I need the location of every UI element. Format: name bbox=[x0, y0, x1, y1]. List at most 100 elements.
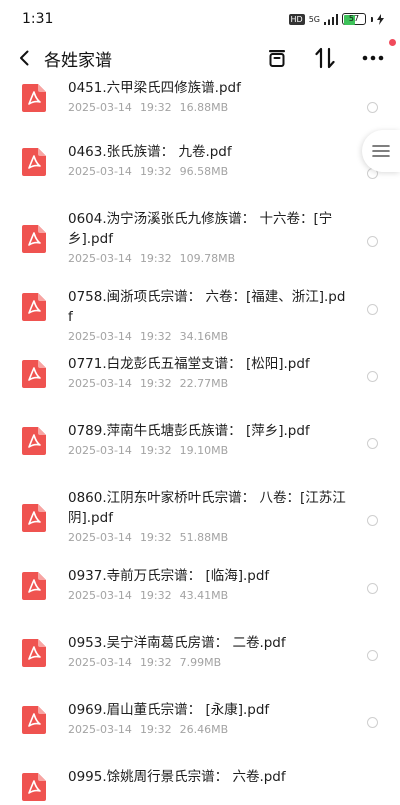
file-size: 96.58MB bbox=[179, 165, 229, 178]
list-item[interactable]: 0789.萍南牛氏塘彭氏族谱： [萍乡].pdf 2025-03-14 19:3… bbox=[0, 419, 400, 486]
file-meta: 2025-03-14 19:32 109.78MB bbox=[68, 252, 350, 265]
file-time: 19:32 bbox=[139, 377, 172, 390]
back-arrow-icon bbox=[20, 50, 29, 66]
file-time: 19:32 bbox=[139, 101, 172, 114]
pdf-file-icon bbox=[22, 639, 46, 667]
select-radio[interactable] bbox=[367, 438, 378, 449]
file-name: 0995.馀姚周行景氏宗谱： 六卷.pdf bbox=[68, 769, 286, 785]
list-item[interactable]: 0604.沩宁汤溪张氏九修族谱： 十六卷：[宁乡].pdf 2025-03-14… bbox=[0, 207, 400, 285]
pdf-file-icon bbox=[22, 293, 46, 321]
network-label: 5G bbox=[308, 14, 320, 24]
file-name: 0604.沩宁汤溪张氏九修族谱： 十六卷：[宁乡].pdf bbox=[68, 211, 333, 247]
list-item[interactable]: 0969.眉山董氏宗谱： [永康].pdf 2025-03-14 19:32 2… bbox=[0, 698, 400, 765]
pdf-file-icon bbox=[22, 706, 46, 734]
file-text: 0451.六甲梁氏四修族谱.pdf 2025-03-14 19:32 16.88… bbox=[68, 78, 350, 114]
pdf-file-icon bbox=[22, 773, 46, 801]
list-item[interactable]: 0758.闽浙项氏宗谱： 六卷：[福建、浙江].pdf 2025-03-14 1… bbox=[0, 285, 400, 352]
select-radio[interactable] bbox=[367, 304, 378, 315]
pdf-file-icon bbox=[22, 504, 46, 532]
select-radio[interactable] bbox=[367, 236, 378, 247]
list-item[interactable]: 0451.六甲梁氏四修族谱.pdf 2025-03-14 19:32 16.88… bbox=[0, 78, 400, 140]
menu-lines-icon bbox=[372, 145, 390, 157]
file-size: 26.46MB bbox=[179, 723, 229, 736]
file-time: 19:32 bbox=[139, 656, 172, 669]
select-radio[interactable] bbox=[367, 583, 378, 594]
file-list: 0451.六甲梁氏四修族谱.pdf 2025-03-14 19:32 16.88… bbox=[0, 78, 400, 805]
pdf-file-icon bbox=[22, 427, 46, 455]
file-meta: 2025-03-14 19:32 26.46MB bbox=[68, 723, 350, 736]
file-name: 0451.六甲梁氏四修族谱.pdf bbox=[68, 80, 241, 96]
pdf-file-icon bbox=[22, 148, 46, 176]
more-button[interactable] bbox=[360, 39, 396, 71]
archive-button[interactable] bbox=[264, 45, 290, 71]
select-radio[interactable] bbox=[367, 650, 378, 661]
pdf-file-icon bbox=[22, 84, 46, 112]
file-time: 19:32 bbox=[139, 330, 172, 343]
file-name: 0463.张氏族谱： 九卷.pdf bbox=[68, 144, 232, 160]
file-name: 0860.江阴东叶家桥叶氏宗谱： 八卷：[江苏江阴].pdf bbox=[68, 490, 346, 526]
battery-icon: 57 bbox=[342, 13, 366, 25]
file-date: 2025-03-14 bbox=[68, 656, 132, 669]
status-time: 1:31 bbox=[22, 11, 54, 27]
hd-badge: HD bbox=[288, 13, 305, 25]
sort-button[interactable] bbox=[312, 45, 338, 71]
file-name: 0789.萍南牛氏塘彭氏族谱： [萍乡].pdf bbox=[68, 423, 310, 439]
select-radio[interactable] bbox=[367, 371, 378, 382]
file-size: 19.10MB bbox=[179, 444, 229, 457]
list-item[interactable]: 0995.馀姚周行景氏宗谱： 六卷.pdf bbox=[0, 765, 400, 805]
file-name: 0758.闽浙项氏宗谱： 六卷：[福建、浙江].pdf bbox=[68, 289, 346, 325]
file-text: 0860.江阴东叶家桥叶氏宗谱： 八卷：[江苏江阴].pdf 2025-03-1… bbox=[68, 488, 350, 544]
list-item[interactable]: 0771.白龙彭氏五福堂支谱： [松阳].pdf 2025-03-14 19:3… bbox=[0, 352, 400, 419]
file-size: 7.99MB bbox=[179, 656, 222, 669]
file-date: 2025-03-14 bbox=[68, 531, 132, 544]
app-header: 各姓家谱 bbox=[0, 38, 400, 78]
select-radio[interactable] bbox=[367, 102, 378, 113]
archive-icon bbox=[269, 50, 285, 67]
file-text: 0758.闽浙项氏宗谱： 六卷：[福建、浙江].pdf 2025-03-14 1… bbox=[68, 287, 350, 343]
file-date: 2025-03-14 bbox=[68, 252, 132, 265]
file-date: 2025-03-14 bbox=[68, 723, 132, 736]
file-text: 0953.吴宁洋南葛氏房谱： 二卷.pdf 2025-03-14 19:32 7… bbox=[68, 633, 350, 669]
side-menu-handle[interactable] bbox=[362, 130, 400, 172]
file-text: 0789.萍南牛氏塘彭氏族谱： [萍乡].pdf 2025-03-14 19:3… bbox=[68, 421, 350, 457]
file-time: 19:32 bbox=[139, 589, 172, 602]
back-button[interactable] bbox=[14, 43, 34, 73]
file-date: 2025-03-14 bbox=[68, 589, 132, 602]
notification-dot bbox=[389, 39, 396, 46]
more-dots-icon bbox=[362, 55, 384, 61]
file-date: 2025-03-14 bbox=[68, 165, 132, 178]
pdf-file-icon bbox=[22, 572, 46, 600]
file-date: 2025-03-14 bbox=[68, 377, 132, 390]
page-title: 各姓家谱 bbox=[44, 50, 112, 71]
file-date: 2025-03-14 bbox=[68, 101, 132, 114]
file-text: 0463.张氏族谱： 九卷.pdf 2025-03-14 19:32 96.58… bbox=[68, 142, 350, 178]
pdf-file-icon bbox=[22, 360, 46, 388]
file-size: 109.78MB bbox=[179, 252, 236, 265]
file-text: 0604.沩宁汤溪张氏九修族谱： 十六卷：[宁乡].pdf 2025-03-14… bbox=[68, 209, 350, 265]
file-name: 0969.眉山董氏宗谱： [永康].pdf bbox=[68, 702, 270, 718]
status-bar: 1:31 HD 5G 57 bbox=[0, 0, 400, 38]
file-meta: 2025-03-14 19:32 19.10MB bbox=[68, 444, 350, 457]
file-size: 16.88MB bbox=[179, 101, 229, 114]
file-meta: 2025-03-14 19:32 43.41MB bbox=[68, 589, 350, 602]
battery-tip bbox=[371, 16, 373, 22]
file-meta: 2025-03-14 19:32 51.88MB bbox=[68, 531, 350, 544]
header-actions bbox=[264, 39, 396, 71]
file-name: 0771.白龙彭氏五福堂支谱： [松阳].pdf bbox=[68, 356, 310, 372]
pdf-file-icon bbox=[22, 225, 46, 253]
list-item[interactable]: 0860.江阴东叶家桥叶氏宗谱： 八卷：[江苏江阴].pdf 2025-03-1… bbox=[0, 486, 400, 564]
file-text: 0969.眉山董氏宗谱： [永康].pdf 2025-03-14 19:32 2… bbox=[68, 700, 350, 736]
file-meta: 2025-03-14 19:32 96.58MB bbox=[68, 165, 350, 178]
list-item[interactable]: 0953.吴宁洋南葛氏房谱： 二卷.pdf 2025-03-14 19:32 7… bbox=[0, 631, 400, 698]
select-radio[interactable] bbox=[367, 515, 378, 526]
file-text: 0995.馀姚周行景氏宗谱： 六卷.pdf bbox=[68, 767, 350, 787]
file-meta: 2025-03-14 19:32 22.77MB bbox=[68, 377, 350, 390]
list-item[interactable]: 0937.寺前万氏宗谱： [临海].pdf 2025-03-14 19:32 4… bbox=[0, 564, 400, 631]
file-time: 19:32 bbox=[139, 531, 172, 544]
list-item[interactable]: 0463.张氏族谱： 九卷.pdf 2025-03-14 19:32 96.58… bbox=[0, 140, 400, 207]
file-meta: 2025-03-14 19:32 16.88MB bbox=[68, 101, 350, 114]
file-size: 43.41MB bbox=[179, 589, 229, 602]
file-name: 0937.寺前万氏宗谱： [临海].pdf bbox=[68, 568, 270, 584]
select-radio[interactable] bbox=[367, 717, 378, 728]
file-size: 51.88MB bbox=[179, 531, 229, 544]
